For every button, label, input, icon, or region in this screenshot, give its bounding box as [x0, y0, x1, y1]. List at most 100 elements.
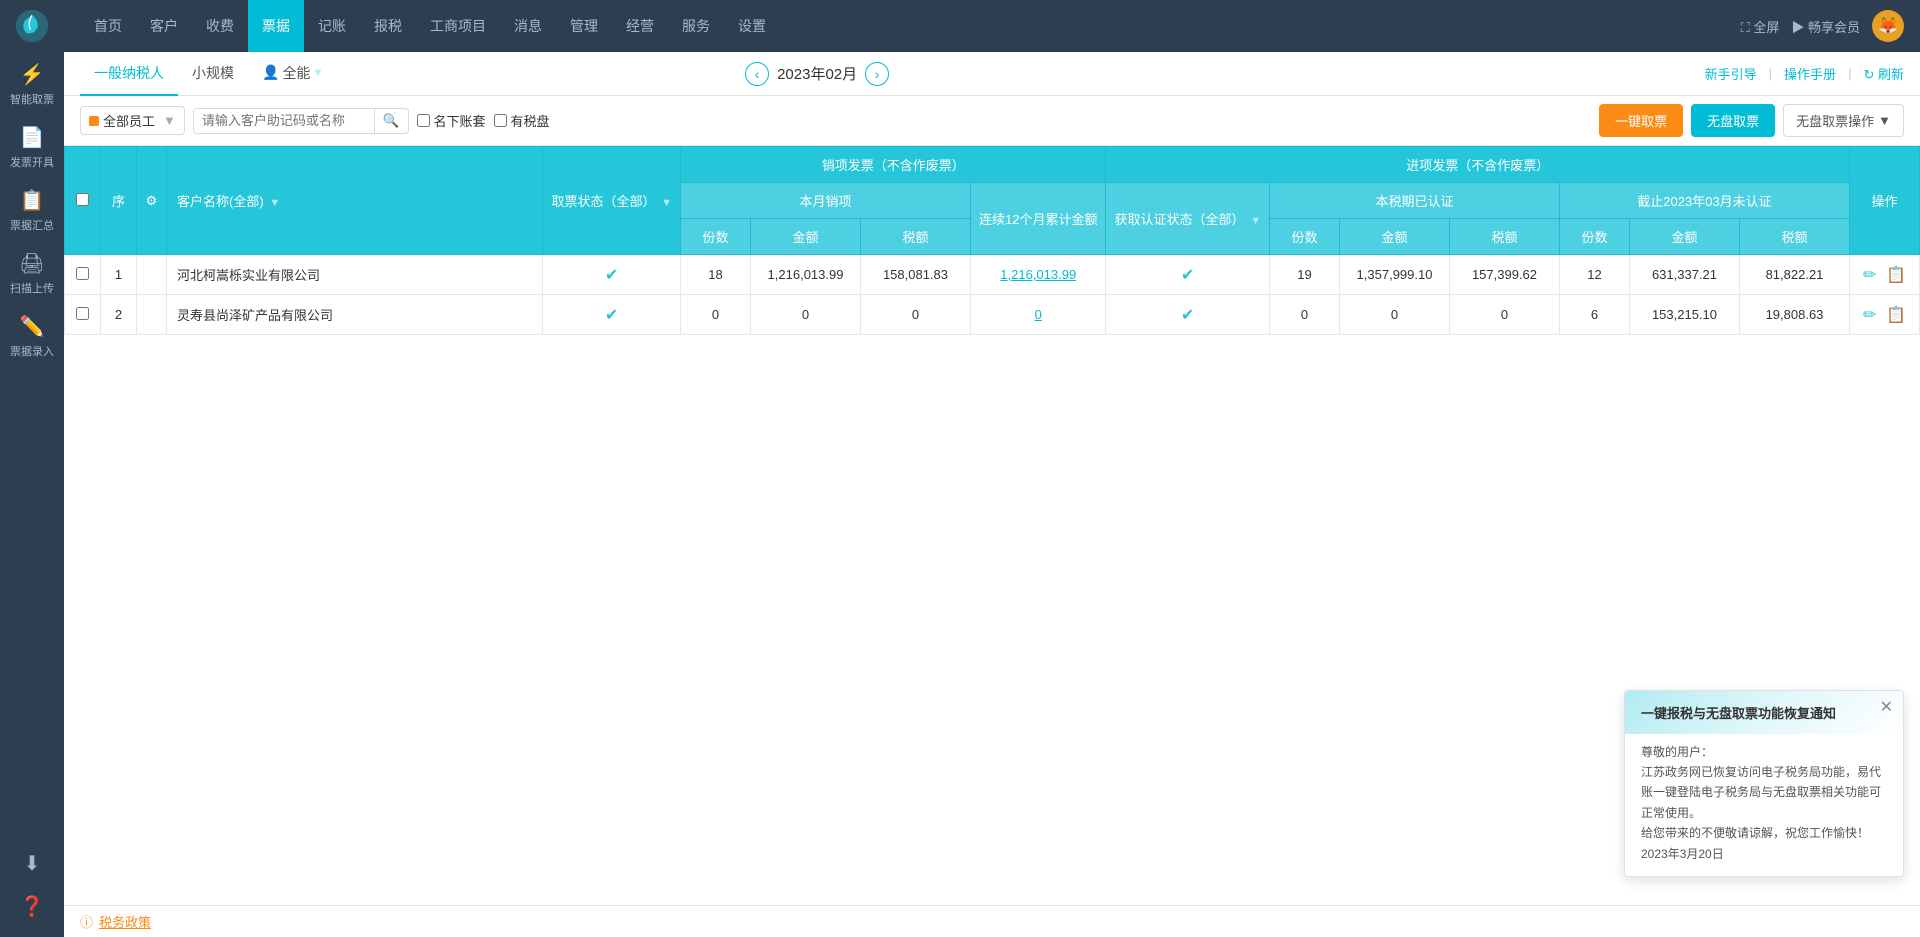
- th-purchase-cert-tax: 税额: [1450, 219, 1560, 255]
- th-sales-amount: 金额: [751, 219, 861, 255]
- row-settings[interactable]: [137, 255, 167, 295]
- search-button[interactable]: 🔍: [374, 109, 408, 133]
- row-sales-amount: 1,216,013.99: [751, 255, 861, 295]
- nav-home[interactable]: 首页: [80, 0, 136, 52]
- tab-small[interactable]: 小规模: [178, 52, 248, 96]
- th-sales-tax: 税额: [861, 219, 971, 255]
- accounts-checkbox[interactable]: [417, 114, 430, 127]
- row-sales-tax: 158,081.83: [861, 255, 971, 295]
- current-date: 2023年02月: [777, 63, 857, 84]
- sub-header-right: 新手引导 | 操作手册 | ↻ 刷新: [1705, 64, 1904, 83]
- th-purchase-cert-count: 份数: [1270, 219, 1340, 255]
- tab-all-dropdown-icon[interactable]: ▼: [312, 67, 323, 79]
- sidebar-item-download[interactable]: ⬇: [0, 841, 64, 884]
- refresh-btn[interactable]: ↻ 刷新: [1863, 64, 1904, 83]
- view-icon[interactable]: 📋: [1886, 267, 1906, 284]
- row-purchase-cert-count: 19: [1270, 255, 1340, 295]
- select-all-checkbox[interactable]: [76, 193, 89, 206]
- status-check-icon: ✔: [605, 267, 618, 284]
- nav-message[interactable]: 消息: [500, 0, 556, 52]
- edit-icon[interactable]: ✏: [1863, 307, 1876, 324]
- sidebar-item-data-entry[interactable]: ✏️ 票据录入: [0, 304, 64, 367]
- ops-dropdown-icon: ▼: [1878, 113, 1891, 128]
- manual-btn[interactable]: 操作手册: [1784, 64, 1836, 83]
- prev-month-btn[interactable]: ‹: [745, 62, 769, 86]
- sidebar-item-scan-upload[interactable]: 🖨 扫描上传: [0, 241, 64, 304]
- row-sales-cumulative[interactable]: 0: [971, 295, 1106, 335]
- cert-status-check-icon: ✔: [1181, 267, 1194, 284]
- row-status: ✔: [543, 255, 681, 295]
- nav-operation[interactable]: 经营: [612, 0, 668, 52]
- taxdisk-checkbox[interactable]: [494, 114, 507, 127]
- checkbox-accounts[interactable]: 名下账套: [417, 111, 486, 130]
- nav-client[interactable]: 客户: [136, 0, 192, 52]
- th-checkbox: [65, 147, 101, 255]
- nav-service[interactable]: 服务: [668, 0, 724, 52]
- sidebar-item-invoice-open[interactable]: 📄 发票开具: [0, 115, 64, 178]
- row-actions: ✏ 📋: [1850, 255, 1920, 295]
- th-purchase-uncert-count: 份数: [1560, 219, 1630, 255]
- sidebar-item-invoice-summary[interactable]: 📋 票据汇总: [0, 178, 64, 241]
- employee-label: 全部员工: [103, 111, 155, 130]
- row-no: 1: [101, 255, 137, 295]
- view-icon[interactable]: 📋: [1886, 307, 1906, 324]
- row-sales-tax: 0: [861, 295, 971, 335]
- no-disk-ops-btn[interactable]: 无盘取票操作 ▼: [1783, 104, 1904, 137]
- sidebar-logo: [0, 0, 64, 52]
- row-purchase-uncert-count: 12: [1560, 255, 1630, 295]
- one-click-fetch-btn[interactable]: 一键取票: [1599, 104, 1683, 137]
- nav-tax[interactable]: 报税: [360, 0, 416, 52]
- row-checkbox[interactable]: [65, 255, 101, 295]
- next-month-btn[interactable]: ›: [865, 62, 889, 86]
- sidebar-item-label: 票据录入: [10, 343, 54, 359]
- new-guide-btn[interactable]: 新手引导: [1705, 64, 1757, 83]
- row-settings[interactable]: [137, 295, 167, 335]
- row-checkbox[interactable]: [65, 295, 101, 335]
- notif-body: 尊敬的用户： 江苏政务网已恢复访问电子税务局功能，易代账一键登陆电子税务局与无盘…: [1625, 734, 1903, 876]
- client-filter-icon[interactable]: ▼: [269, 197, 280, 209]
- th-purchase-uncert-amount: 金额: [1630, 219, 1740, 255]
- notif-close-btn[interactable]: ✕: [1880, 697, 1893, 717]
- th-sales-monthly: 本月销项: [681, 183, 971, 219]
- notif-body-wrap: 尊敬的用户： 江苏政务网已恢复访问电子税务局功能，易代账一键登陆电子税务局与无盘…: [1625, 734, 1903, 876]
- date-nav: ‹ 2023年02月 ›: [745, 62, 889, 86]
- tab-general[interactable]: 一般纳税人: [80, 52, 178, 96]
- nav-management[interactable]: 管理: [556, 0, 612, 52]
- nav-settings[interactable]: 设置: [724, 0, 780, 52]
- cert-filter-icon[interactable]: ▼: [1250, 215, 1261, 227]
- edit-icon[interactable]: ✏: [1863, 267, 1876, 284]
- row-sales-cumulative[interactable]: 1,216,013.99: [971, 255, 1106, 295]
- notification-popup: 一键报税与无盘取票功能恢复通知 ✕ 尊敬的用户： 江苏政务网已恢复访问电子税务局…: [1624, 690, 1904, 877]
- no-disk-fetch-btn[interactable]: 无盘取票: [1691, 104, 1775, 137]
- tab-all[interactable]: 👤 全能 ▼: [248, 52, 337, 96]
- employee-select[interactable]: 全部员工 ▼: [80, 106, 185, 135]
- th-status: 取票状态（全部） ▼: [543, 147, 681, 255]
- invoice-open-icon: 📄: [20, 125, 45, 150]
- vip-btn[interactable]: ▶ 畅享会员: [1791, 17, 1860, 36]
- th-settings[interactable]: ⚙: [137, 147, 167, 255]
- th-sales-cumulative: 连续12个月累计金额: [971, 183, 1106, 255]
- row-purchase-uncert-amount: 631,337.21: [1630, 255, 1740, 295]
- nav-invoice[interactable]: 票据: [248, 0, 304, 52]
- search-input[interactable]: [194, 109, 374, 132]
- nav-collection[interactable]: 收费: [192, 0, 248, 52]
- nav-accounting[interactable]: 记账: [304, 0, 360, 52]
- sidebar-item-smart-fetch[interactable]: ⚡ 智能取票: [0, 52, 64, 115]
- sidebar-item-help[interactable]: ❓: [0, 884, 64, 927]
- search-box: 🔍: [193, 108, 409, 134]
- row-purchase-uncert-count: 6: [1560, 295, 1630, 335]
- th-sales-group: 销项发票（不含作废票）: [681, 147, 1106, 183]
- footer-label[interactable]: 税务政策: [99, 912, 151, 931]
- row-client: 灵寿县尚泽矿产品有限公司: [167, 295, 543, 335]
- topnav-right: ⛶ 全屏 ▶ 畅享会员 🦊: [1741, 10, 1904, 42]
- row-client: 河北柯嵩栎实业有限公司: [167, 255, 543, 295]
- row-purchase-cert-amount: 0: [1340, 295, 1450, 335]
- status-filter-icon[interactable]: ▼: [661, 197, 672, 209]
- checkbox-taxdisk[interactable]: 有税盘: [494, 111, 550, 130]
- help-icon: ❓: [20, 894, 45, 919]
- th-cert-status: 获取认证状态（全部） ▼: [1106, 183, 1270, 255]
- fullscreen-btn[interactable]: ⛶ 全屏: [1741, 17, 1780, 36]
- user-avatar[interactable]: 🦊: [1872, 10, 1904, 42]
- nav-business[interactable]: 工商项目: [416, 0, 500, 52]
- row-cert-status: ✔: [1106, 295, 1270, 335]
